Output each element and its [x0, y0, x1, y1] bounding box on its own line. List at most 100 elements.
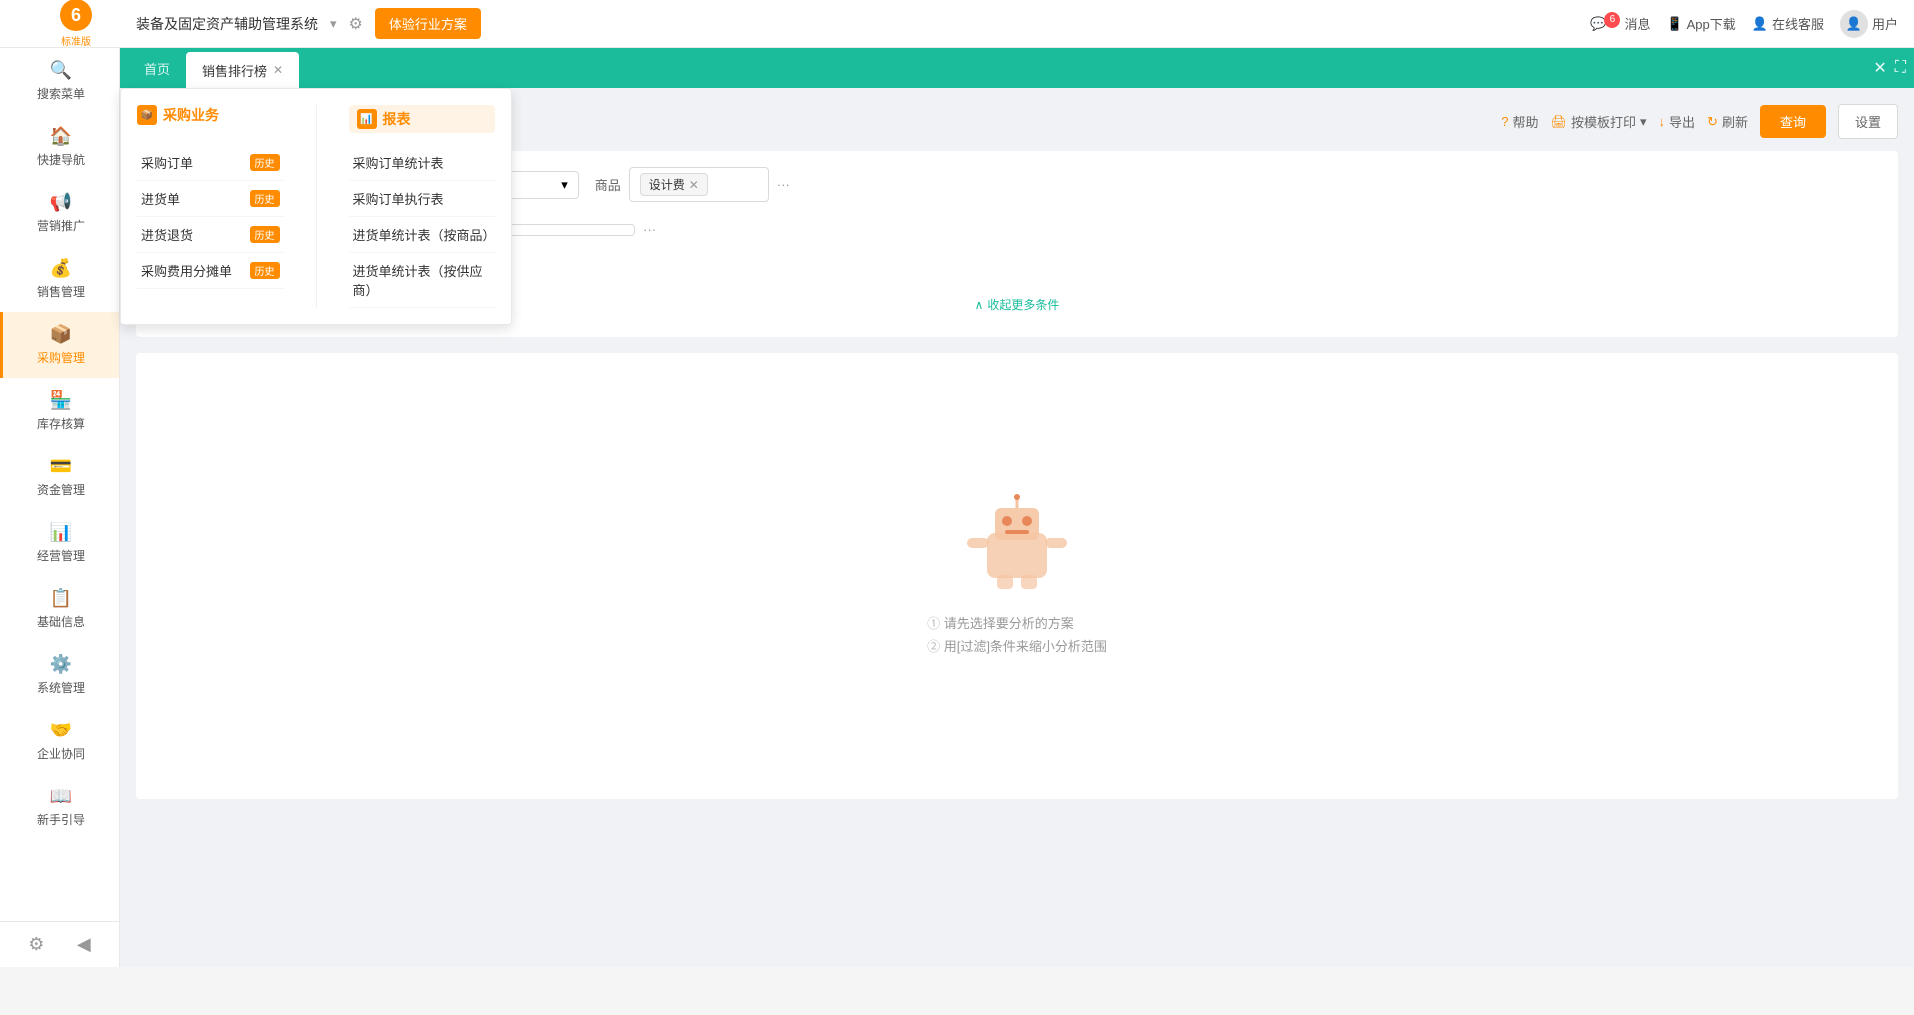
sidebar-item-label-guide: 新手引导 [37, 811, 85, 828]
sidebar-item-label-marketing: 营销推广 [37, 217, 85, 234]
goods-tag-text: 设计费 [649, 176, 685, 193]
goods-input[interactable]: 设计费 ✕ [629, 167, 769, 202]
print-dropdown-icon[interactable]: ▾ [1640, 114, 1647, 130]
salesman-more-btn[interactable]: ··· [643, 222, 656, 237]
user-avatar: 👤 [1840, 10, 1868, 38]
sidebar-item-label-finance: 资金管理 [37, 481, 85, 498]
enterprise-icon: 🤝 [50, 720, 72, 741]
service-icon: 👤 [1752, 16, 1768, 32]
goods-more-btn[interactable]: ··· [777, 177, 790, 192]
search-icon: 🔍 [50, 60, 72, 81]
empty-hint-2: ② 用[过滤]条件来缩小分析范围 [927, 636, 1107, 655]
sidebar-collapse-icon[interactable]: ◀ [77, 934, 91, 955]
user-item[interactable]: 👤 用户 [1840, 10, 1898, 38]
reports-menu-section: 📊 报表 采购订单统计表 采购订单执行表 进货单统计表（按商品） 进货单统计表（… [349, 105, 496, 308]
help-label: 帮助 [1512, 112, 1538, 131]
collapse-icon: ∧ [975, 298, 984, 312]
tab-close-icon[interactable]: ✕ [273, 63, 283, 77]
user-label: 用户 [1872, 14, 1898, 33]
sidebar-item-sales[interactable]: 💰 销售管理 [0, 246, 119, 312]
status-select-arrow: ▾ [561, 177, 568, 193]
sidebar-item-label-sales: 销售管理 [37, 283, 85, 300]
expense-label: 采购费用分摊单 [141, 261, 232, 280]
inbound-stats-goods-label: 进货单统计表（按商品） [353, 225, 492, 244]
service-item[interactable]: 👤 在线客服 [1752, 14, 1824, 33]
sidebar-item-finance[interactable]: 💳 资金管理 [0, 444, 119, 510]
empty-state-panel: ① 请先选择要分析的方案 ② 用[过滤]条件来缩小分析范围 [136, 353, 1898, 799]
sidebar-item-enterprise[interactable]: 🤝 企业协同 [0, 708, 119, 774]
sidebar-item-guide[interactable]: 📖 新手引导 [0, 774, 119, 840]
reports-section-icon: 📊 [357, 109, 377, 129]
home-icon: 🏠 [50, 126, 72, 147]
help-icon: ? [1501, 114, 1508, 129]
menu-item-inbound[interactable]: 进货单 历史 [137, 181, 284, 217]
settings-icon[interactable]: ⚙ [349, 14, 363, 34]
system-dropdown-arrow[interactable]: ▾ [330, 16, 337, 32]
basic-icon: 📋 [50, 588, 72, 609]
tab-home[interactable]: 首页 [128, 48, 186, 88]
help-btn[interactable]: ? 帮助 [1501, 112, 1538, 131]
print-btn[interactable]: 🖨 按模板打印 ▾ [1550, 112, 1646, 131]
export-btn[interactable]: ↓ 导出 [1659, 112, 1696, 131]
empty-state: ① 请先选择要分析的方案 ② 用[过滤]条件来缩小分析范围 [136, 413, 1898, 739]
export-label: 导出 [1669, 112, 1695, 131]
goods-filter: 商品 设计费 ✕ ··· [595, 167, 790, 202]
empty-hint: ① 请先选择要分析的方案 ② 用[过滤]条件来缩小分析范围 [927, 609, 1107, 659]
finance-icon: 💳 [50, 456, 72, 477]
menu-item-order-stats[interactable]: 采购订单统计表 [349, 145, 496, 181]
purchase-section-label: 采购业务 [163, 105, 219, 125]
sidebar-settings-icon[interactable]: ⚙ [28, 934, 44, 955]
goods-tag: 设计费 ✕ [640, 173, 708, 196]
purchase-order-label: 采购订单 [141, 153, 193, 172]
mobile-icon: 📱 [1666, 16, 1682, 32]
sidebar-item-label-system: 系统管理 [37, 679, 85, 696]
menu-item-purchase-order[interactable]: 采购订单 历史 [137, 145, 284, 181]
expense-history-badge: 历史 [250, 262, 280, 279]
sidebar-item-label-purchase: 采购管理 [37, 349, 85, 366]
order-exec-label: 采购订单执行表 [353, 189, 444, 208]
menu-item-order-exec[interactable]: 采购订单执行表 [349, 181, 496, 217]
tab-close-window-icon[interactable]: ✕ [1873, 58, 1886, 78]
inbound-stats-supplier-label: 进货单统计表（按供应商） [353, 261, 492, 299]
refresh-btn[interactable]: ↻ 刷新 [1707, 112, 1748, 131]
reports-section-title: 📊 报表 [349, 105, 496, 133]
sidebar-item-search[interactable]: 🔍 搜索菜单 [0, 48, 119, 114]
message-item[interactable]: 💬 6 消息 [1590, 14, 1650, 33]
collapse-label: 收起更多条件 [987, 296, 1059, 313]
print-icon: 🖨 [1550, 114, 1567, 130]
menu-item-inbound-stats-supplier[interactable]: 进货单统计表（按供应商） [349, 253, 496, 308]
tab-maximize-icon[interactable]: ⛶ [1895, 59, 1906, 77]
refresh-label: 刷新 [1722, 112, 1748, 131]
sidebar-item-system[interactable]: ⚙️ 系统管理 [0, 642, 119, 708]
filter-settings-btn[interactable]: 设置 [1838, 104, 1898, 139]
menu-item-expense[interactable]: 采购费用分摊单 历史 [137, 253, 284, 289]
export-icon: ↓ [1659, 114, 1666, 129]
logo-area: 6 标准版 [16, 0, 136, 48]
sidebar-item-label-basic: 基础信息 [37, 613, 85, 630]
tab-sales-ranking[interactable]: 销售排行榜 ✕ [186, 52, 299, 88]
logo-icon: 6 [60, 0, 92, 31]
refresh-icon: ↻ [1707, 114, 1718, 130]
sidebar-item-basic[interactable]: 📋 基础信息 [0, 576, 119, 642]
purchase-section-icon: 📦 [137, 105, 157, 125]
menu-item-return[interactable]: 进货退货 历史 [137, 217, 284, 253]
app-label: App下载 [1687, 14, 1736, 33]
message-badge: 6 [1604, 12, 1620, 28]
industry-btn[interactable]: 体验行业方案 [375, 8, 481, 39]
goods-tag-close[interactable]: ✕ [689, 178, 699, 192]
sidebar-item-operations[interactable]: 📊 经营管理 [0, 510, 119, 576]
menu-divider [316, 105, 317, 308]
sidebar-item-inventory[interactable]: 🏪 库存核算 [0, 378, 119, 444]
purchase-section-title: 📦 采购业务 [137, 105, 284, 133]
query-btn[interactable]: 查询 [1760, 105, 1826, 138]
purchase-icon: 📦 [50, 324, 72, 345]
sidebar-item-nav[interactable]: 🏠 快捷导航 [0, 114, 119, 180]
top-header: 6 标准版 装备及固定资产辅助管理系统 ▾ ⚙ 体验行业方案 💬 6 消息 📱 … [0, 0, 1914, 48]
return-history-badge: 历史 [250, 226, 280, 243]
sidebar-item-purchase[interactable]: 📦 采购管理 [0, 312, 119, 378]
app-download-item[interactable]: 📱 App下载 [1666, 14, 1735, 33]
print-label: 按模板打印 [1571, 112, 1636, 131]
sidebar-item-marketing[interactable]: 📢 营销推广 [0, 180, 119, 246]
logo-text: 标准版 [61, 33, 91, 48]
menu-item-inbound-stats-goods[interactable]: 进货单统计表（按商品） [349, 217, 496, 253]
